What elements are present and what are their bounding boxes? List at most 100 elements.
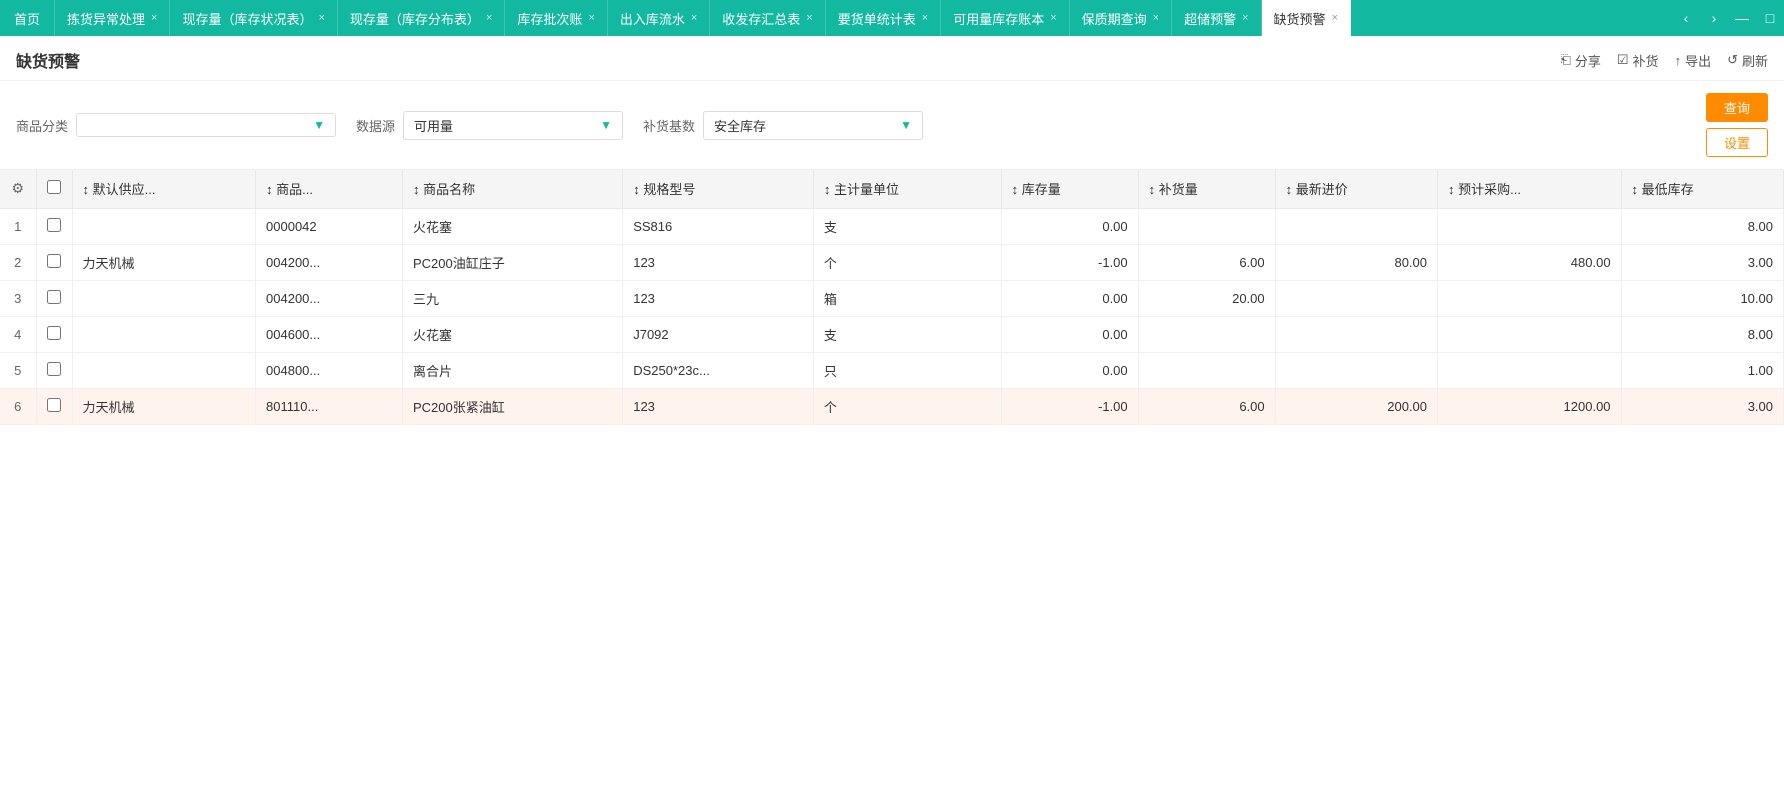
row-checkbox-cell (36, 316, 72, 352)
tab-nav-buttons: ‹ › — □ (1672, 0, 1784, 36)
row-checkbox[interactable] (47, 326, 61, 340)
row-min-stock: 3.00 (1621, 388, 1783, 424)
col-checkbox (36, 170, 72, 208)
row-est-purchase (1438, 316, 1622, 352)
tab-item-flow[interactable]: 出入库流水× (608, 0, 710, 36)
row-checkbox-cell (36, 388, 72, 424)
table-header: ⚙ ↕ 默认供应... ↕ 商品... ↕ 商品名称 ↕ (0, 170, 1784, 208)
col-settings: ⚙ (0, 170, 36, 208)
header-actions: ⎗ 分享 ☑ 补货 ↑ 导出 ↺ 刷新 (1560, 51, 1768, 70)
row-min-stock: 10.00 (1621, 280, 1783, 316)
category-select[interactable]: ▼ (76, 113, 336, 137)
tab-item-inventory-dist[interactable]: 现存量（库存分布表）× (338, 0, 505, 36)
tab-item-available[interactable]: 可用量库存账本× (941, 0, 1069, 36)
tab-item-inventory-status[interactable]: 现存量（库存状况表）× (170, 0, 337, 36)
row-code: 801110... (256, 388, 403, 424)
refresh-button[interactable]: ↺ 刷新 (1727, 51, 1768, 70)
settings-gear-icon[interactable]: ⚙ (11, 180, 24, 196)
category-dropdown-icon: ▼ (313, 118, 325, 132)
tab-close-exception[interactable]: × (151, 12, 157, 24)
tab-item-shortage[interactable]: 缺货预警 × (1262, 0, 1351, 36)
window-minimize-btn[interactable]: — (1728, 0, 1756, 36)
row-replenish: 6.00 (1138, 388, 1275, 424)
share-button[interactable]: ⎗ 分享 (1560, 51, 1600, 70)
row-checkbox[interactable] (47, 290, 61, 304)
row-checkbox-cell (36, 280, 72, 316)
replenish-basis-select[interactable]: 安全库存 ▼ (703, 111, 923, 140)
col-header-code: ↕ 商品... (256, 170, 403, 208)
row-min-stock: 1.00 (1621, 352, 1783, 388)
tab-close-inventory-status[interactable]: × (318, 12, 324, 24)
tab-next-btn[interactable]: › (1700, 0, 1728, 36)
replenish-button[interactable]: ☑ 补货 (1617, 51, 1659, 70)
query-button[interactable]: 查询 (1706, 93, 1768, 122)
col-header-latest-price: ↕ 最新进价 (1275, 170, 1437, 208)
col-header-est-purchase: ↕ 预计采购... (1438, 170, 1622, 208)
tab-label-shortage: 缺货预警 (1274, 9, 1326, 28)
data-table: ⚙ ↕ 默认供应... ↕ 商品... ↕ 商品名称 ↕ (0, 170, 1784, 425)
row-supplier: 力天机械 (72, 388, 256, 424)
tab-close-collection[interactable]: × (806, 12, 812, 24)
row-replenish (1138, 316, 1275, 352)
row-replenish (1138, 208, 1275, 244)
tab-item-exception[interactable]: 拣货异常处理× (55, 0, 170, 36)
col-header-replenish: ↕ 补货量 (1138, 170, 1275, 208)
row-unit: 支 (813, 208, 1001, 244)
tab-close-available[interactable]: × (1050, 12, 1056, 24)
settings-button[interactable]: 设置 (1706, 128, 1768, 157)
tab-bar: 首页拣货异常处理×现存量（库存状况表）×现存量（库存分布表）×库存批次账×出入库… (0, 0, 1784, 36)
tab-close-flow[interactable]: × (691, 12, 697, 24)
replenish-icon: ☑ (1617, 52, 1629, 68)
row-name: 离合片 (402, 352, 622, 388)
col-header-stock: ↕ 库存量 (1001, 170, 1138, 208)
window-maximize-btn[interactable]: □ (1756, 0, 1784, 36)
row-supplier (72, 352, 256, 388)
tab-item-expiry[interactable]: 保质期查询× (1070, 0, 1172, 36)
tab-close-overstock[interactable]: × (1242, 12, 1248, 24)
row-checkbox[interactable] (47, 398, 61, 412)
refresh-icon: ↺ (1727, 52, 1738, 68)
tab-close-expiry[interactable]: × (1153, 12, 1159, 24)
row-checkbox[interactable] (47, 218, 61, 232)
tab-item-overstock[interactable]: 超储预警× (1172, 0, 1261, 36)
col-header-supplier: ↕ 默认供应... (72, 170, 256, 208)
row-unit: 支 (813, 316, 1001, 352)
row-stock: 0.00 (1001, 208, 1138, 244)
tab-label-collection: 收发存汇总表 (722, 9, 800, 28)
datasource-select[interactable]: 可用量 ▼ (403, 111, 623, 140)
tab-close-order-stats[interactable]: × (922, 12, 928, 24)
tab-item-home[interactable]: 首页 (0, 0, 55, 36)
row-unit: 个 (813, 244, 1001, 280)
table-row: 4 004600... 火花塞 J7092 支 0.00 8.00 (0, 316, 1784, 352)
row-num: 3 (0, 280, 36, 316)
row-spec: 123 (623, 244, 814, 280)
tab-item-order-stats[interactable]: 要货单统计表× (826, 0, 941, 36)
row-code: 0000042 (256, 208, 403, 244)
row-est-purchase: 480.00 (1438, 244, 1622, 280)
row-checkbox[interactable] (47, 254, 61, 268)
tab-prev-btn[interactable]: ‹ (1672, 0, 1700, 36)
table-body: 1 0000042 火花塞 SS816 支 0.00 8.00 2 力天机械 0… (0, 208, 1784, 424)
row-num: 1 (0, 208, 36, 244)
tab-close-shortage[interactable]: × (1332, 12, 1338, 24)
replenish-basis-dropdown-icon: ▼ (900, 118, 912, 132)
row-checkbox[interactable] (47, 362, 61, 376)
page-container: 缺货预警 ⎗ 分享 ☑ 补货 ↑ 导出 ↺ 刷新 商品分类 (0, 36, 1784, 796)
row-replenish (1138, 352, 1275, 388)
datasource-dropdown-icon: ▼ (600, 118, 612, 132)
row-name: PC200张紧油缸 (402, 388, 622, 424)
export-button[interactable]: ↑ 导出 (1675, 51, 1712, 70)
table-row: 3 004200... 三九 123 箱 0.00 20.00 10.00 (0, 280, 1784, 316)
row-code: 004200... (256, 244, 403, 280)
tab-item-batch[interactable]: 库存批次账× (505, 0, 607, 36)
row-num: 6 (0, 388, 36, 424)
row-spec: SS816 (623, 208, 814, 244)
row-stock: 0.00 (1001, 352, 1138, 388)
tab-close-inventory-dist[interactable]: × (486, 12, 492, 24)
table-row: 1 0000042 火花塞 SS816 支 0.00 8.00 (0, 208, 1784, 244)
row-name: 火花塞 (402, 208, 622, 244)
tab-close-batch[interactable]: × (588, 12, 594, 24)
select-all-checkbox[interactable] (47, 180, 61, 194)
col-header-min-stock: ↕ 最低库存 (1621, 170, 1783, 208)
tab-item-collection[interactable]: 收发存汇总表 × (710, 0, 825, 36)
